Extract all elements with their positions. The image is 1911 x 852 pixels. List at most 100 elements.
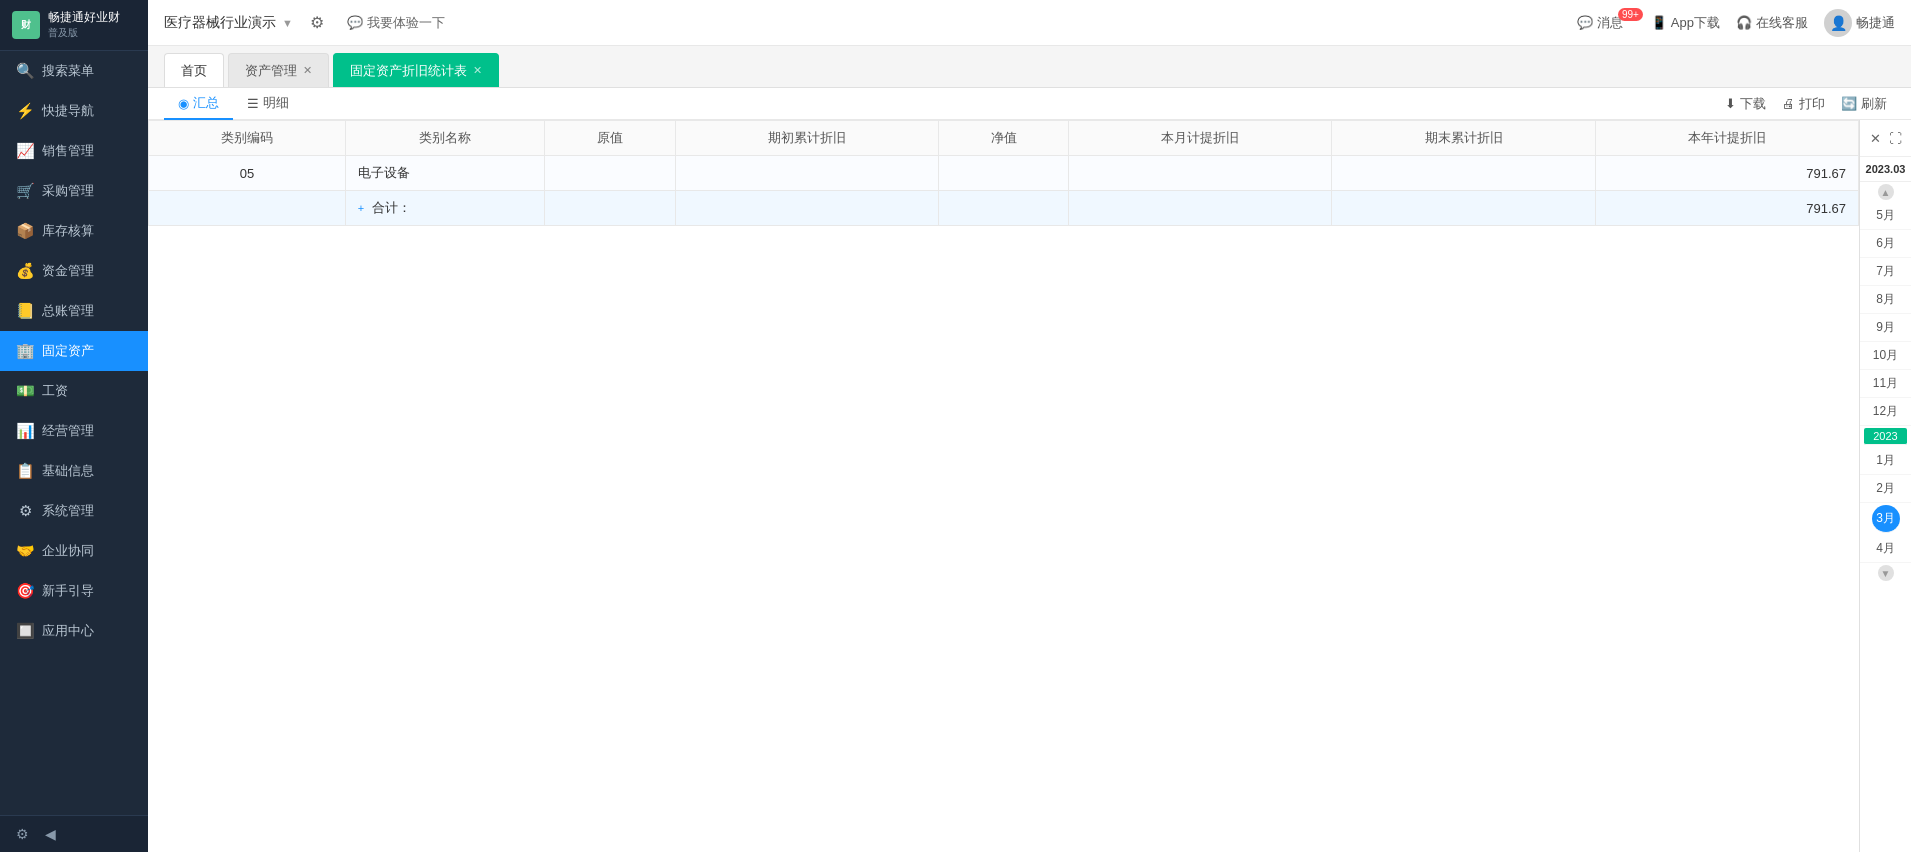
sidebar-item-quick-nav[interactable]: ⚡ 快捷导航 xyxy=(0,91,148,131)
sidebar-item-ledger[interactable]: 📒 总账管理 xyxy=(0,291,148,331)
scroll-up-btn[interactable]: ▲ xyxy=(1878,184,1894,200)
sidebar-label-finance: 资金管理 xyxy=(42,262,94,280)
app-download-btn[interactable]: 📱 App下载 xyxy=(1651,14,1720,32)
main-table-area: 类别编码 类别名称 原值 期初累计折旧 净值 本月计提折旧 期末累计折旧 本年计… xyxy=(148,120,1859,852)
sidebar-item-operations[interactable]: 📊 经营管理 xyxy=(0,411,148,451)
total-expand-icon[interactable]: + xyxy=(358,202,364,214)
right-panel-header: ✕ ⛶ xyxy=(1860,120,1911,157)
cell-code: 05 xyxy=(149,156,346,191)
refresh-btn[interactable]: 🔄 刷新 xyxy=(1833,91,1895,117)
month-m3[interactable]: 3月 xyxy=(1872,505,1900,533)
sidebar-item-fixed-assets[interactable]: 🏢 固定资产 xyxy=(0,331,148,371)
sidebar-label-sales: 销售管理 xyxy=(42,142,94,160)
sidebar-item-app-center[interactable]: 🔲 应用中心 xyxy=(0,611,148,651)
sidebar-item-salary[interactable]: 💵 工资 xyxy=(0,371,148,411)
total-period-end-accum xyxy=(1332,191,1595,226)
topbar-settings-btn[interactable]: ⚙ xyxy=(303,9,331,37)
subtab-summary-label: 汇总 xyxy=(193,94,219,112)
sidebar-item-sales[interactable]: 📈 销售管理 xyxy=(0,131,148,171)
messages-btn[interactable]: 💬 消息 99+ xyxy=(1577,14,1635,32)
month-m5[interactable]: 5月 xyxy=(1860,202,1911,230)
tab-depreciation-report-label: 固定资产折旧统计表 xyxy=(350,62,467,80)
month-m4[interactable]: 4月 xyxy=(1860,535,1911,563)
sidebar-item-system[interactable]: ⚙ 系统管理 xyxy=(0,491,148,531)
sidebar-label-search: 搜索菜单 xyxy=(42,62,94,80)
sidebar-icon-sales: 📈 xyxy=(16,142,34,160)
sidebar-item-basic-info[interactable]: 📋 基础信息 xyxy=(0,451,148,491)
month-m9[interactable]: 9月 xyxy=(1860,314,1911,342)
sidebar-label-guide: 新手引导 xyxy=(42,582,94,600)
experience-btn[interactable]: 💬 我要体验一下 xyxy=(347,14,445,32)
sidebar-logo: 财 畅捷通好业财 普及版 xyxy=(0,0,148,51)
sidebar-icon-quick-nav: ⚡ xyxy=(16,102,34,120)
right-panel-close[interactable]: ✕ xyxy=(1866,128,1886,148)
col-original: 原值 xyxy=(545,121,675,156)
gear-icon: ⚙ xyxy=(310,13,324,32)
subtab-detail[interactable]: ☰ 明细 xyxy=(233,88,303,120)
sidebar-icon-finance: 💰 xyxy=(16,262,34,280)
month-m1[interactable]: 1月 xyxy=(1860,447,1911,475)
main-area: 医疗器械行业演示 ▼ ⚙ 💬 我要体验一下 💬 消息 99+ 📱 App下载 🎧… xyxy=(148,0,1911,852)
username-label: 畅捷通 xyxy=(1856,14,1895,32)
sidebar-item-finance[interactable]: 💰 资金管理 xyxy=(0,251,148,291)
scroll-down-btn[interactable]: ▼ xyxy=(1878,565,1894,581)
messages-badge: 99+ xyxy=(1618,8,1643,21)
tab-asset-management[interactable]: 资产管理 ✕ xyxy=(228,53,329,87)
sidebar-item-inventory[interactable]: 📦 库存核算 xyxy=(0,211,148,251)
sidebar-icon-guide: 🎯 xyxy=(16,582,34,600)
sidebar-icon-app-center: 🔲 xyxy=(16,622,34,640)
tab-depreciation-report-close[interactable]: ✕ xyxy=(473,64,482,77)
cell-name: 电子设备 xyxy=(345,156,545,191)
table-container[interactable]: 类别编码 类别名称 原值 期初累计折旧 净值 本月计提折旧 期末累计折旧 本年计… xyxy=(148,120,1859,852)
headset-icon: 🎧 xyxy=(1736,15,1752,30)
month-m6[interactable]: 6月 xyxy=(1860,230,1911,258)
month-m7[interactable]: 7月 xyxy=(1860,258,1911,286)
right-panel: ✕ ⛶ 2023.03 ▲ 5月6月7月8月9月10月11月12月 2023 1… xyxy=(1859,120,1911,852)
col-period-end-accum: 期末累计折旧 xyxy=(1332,121,1595,156)
collapse-icon[interactable]: ◀ xyxy=(45,826,56,842)
content-body: 类别编码 类别名称 原值 期初累计折旧 净值 本月计提折旧 期末累计折旧 本年计… xyxy=(148,120,1911,852)
total-initial-accum xyxy=(675,191,938,226)
month-m10[interactable]: 10月 xyxy=(1860,342,1911,370)
month-m11[interactable]: 11月 xyxy=(1860,370,1911,398)
sidebar-item-guide[interactable]: 🎯 新手引导 xyxy=(0,571,148,611)
user-menu[interactable]: 👤 畅捷通 xyxy=(1824,9,1895,37)
cell-monthly-dep xyxy=(1069,156,1332,191)
sidebar-item-purchase[interactable]: 🛒 采购管理 xyxy=(0,171,148,211)
sidebar-label-quick-nav: 快捷导航 xyxy=(42,102,94,120)
sidebar-item-cooperation[interactable]: 🤝 企业协同 xyxy=(0,531,148,571)
settings-icon[interactable]: ⚙ xyxy=(16,826,29,842)
table-total-row: + 合计： 791.67 xyxy=(149,191,1859,226)
app-logo-text: 畅捷通好业财 xyxy=(48,10,120,26)
refresh-icon: 🔄 xyxy=(1841,96,1857,111)
tab-asset-management-label: 资产管理 xyxy=(245,62,297,80)
depreciation-table: 类别编码 类别名称 原值 期初累计折旧 净值 本月计提折旧 期末累计折旧 本年计… xyxy=(148,120,1859,226)
subtab-summary[interactable]: ◉ 汇总 xyxy=(164,88,233,120)
tab-home-label: 首页 xyxy=(181,62,207,80)
sidebar-icon-cooperation: 🤝 xyxy=(16,542,34,560)
table-row: 05 电子设备 791.67 xyxy=(149,156,1859,191)
download-btn[interactable]: ⬇ 下载 xyxy=(1717,91,1774,117)
tab-depreciation-report[interactable]: 固定资产折旧统计表 ✕ xyxy=(333,53,499,87)
sidebar: 财 畅捷通好业财 普及版 🔍 搜索菜单 ⚡ 快捷导航 📈 销售管理 🛒 采购管理… xyxy=(0,0,148,852)
tab-home[interactable]: 首页 xyxy=(164,53,224,87)
download-label: 下载 xyxy=(1740,95,1766,113)
company-selector[interactable]: 医疗器械行业演示 ▼ xyxy=(164,14,293,32)
col-monthly-dep: 本月计提折旧 xyxy=(1069,121,1332,156)
topbar: 医疗器械行业演示 ▼ ⚙ 💬 我要体验一下 💬 消息 99+ 📱 App下载 🎧… xyxy=(148,0,1911,46)
print-btn[interactable]: 🖨 打印 xyxy=(1774,91,1833,117)
sidebar-label-cooperation: 企业协同 xyxy=(42,542,94,560)
online-service-btn[interactable]: 🎧 在线客服 xyxy=(1736,14,1808,32)
right-panel-expand[interactable]: ⛶ xyxy=(1886,128,1906,148)
month-m12[interactable]: 12月 xyxy=(1860,398,1911,426)
month-m8[interactable]: 8月 xyxy=(1860,286,1911,314)
year-2023-marker: 2023 xyxy=(1864,428,1907,445)
message-icon: 💬 xyxy=(1577,15,1593,30)
sidebar-icon-ledger: 📒 xyxy=(16,302,34,320)
app-logo-icon: 财 xyxy=(12,11,40,39)
sidebar-item-search[interactable]: 🔍 搜索菜单 xyxy=(0,51,148,91)
sidebar-label-basic-info: 基础信息 xyxy=(42,462,94,480)
col-annual-dep: 本年计提折旧 xyxy=(1595,121,1858,156)
tab-asset-management-close[interactable]: ✕ xyxy=(303,64,312,77)
month-m2[interactable]: 2月 xyxy=(1860,475,1911,503)
